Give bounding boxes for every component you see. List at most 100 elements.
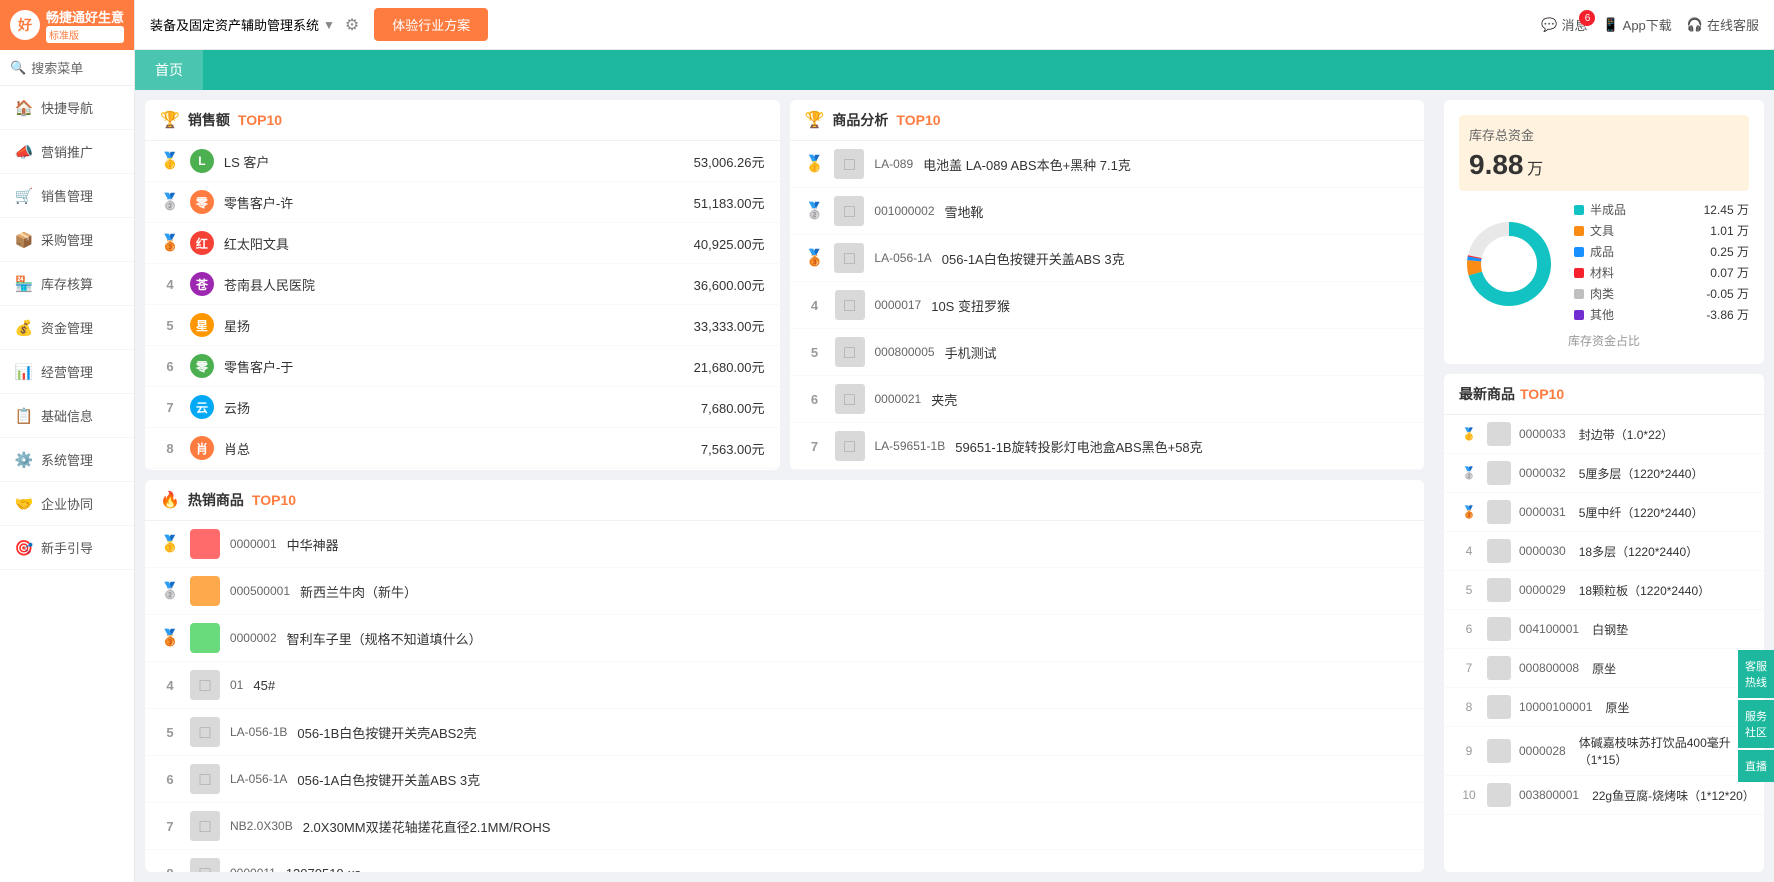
inventory-legend: 半成品 12.45 万 文具 1.01 万 成品 0.25 万 <box>1574 201 1749 327</box>
sidebar-item-collaboration[interactable]: 🤝 企业协同 <box>0 482 134 526</box>
list-item: 5 □ LA-056-1B 056-1B白色按键开关壳ABS2壳 <box>145 709 1424 756</box>
table-row: 5 星 星扬 33,333.00元 <box>145 305 780 346</box>
message-icon: 💬 <box>1541 17 1557 33</box>
latest-products-header: 最新商品 TOP10 <box>1444 374 1764 415</box>
list-item: 🥈 000500001 新西兰牛肉（新牛） <box>145 568 1424 615</box>
customer-service-hotline-button[interactable]: 客服热线 <box>1738 650 1774 698</box>
list-item: 4 0000030 18多层（1220*2440） <box>1444 532 1764 571</box>
sidebar-item-system[interactable]: ⚙️ 系统管理 <box>0 438 134 482</box>
sidebar-item-purchase[interactable]: 📦 采购管理 <box>0 218 134 262</box>
sidebar-search-section[interactable]: 🔍 搜索菜单 <box>0 50 134 86</box>
topbar-right: 💬 6 消息 📱 App下载 🎧 在线客服 <box>1541 15 1759 34</box>
hot-products-right-card: 🏆 商品分析 TOP10 🥇 □ LA-089 电池盖 LA-089 ABS本色… <box>790 100 1425 470</box>
product-image <box>1487 617 1511 641</box>
legend-dot <box>1574 247 1584 257</box>
app-download-button[interactable]: 📱 App下载 <box>1602 15 1671 34</box>
product-image: □ <box>834 243 864 273</box>
hot-products-right-header: 🏆 商品分析 TOP10 <box>790 100 1425 141</box>
legend-dot <box>1574 289 1584 299</box>
product-image <box>1487 739 1511 763</box>
hot-icon: 🔥 <box>160 490 180 510</box>
avatar: 苍 <box>190 272 214 296</box>
product-image: □ <box>835 431 865 461</box>
product-image <box>1487 656 1511 680</box>
gear-icon[interactable]: ⚙ <box>345 15 359 35</box>
online-service-button[interactable]: 🎧 在线客服 <box>1687 15 1759 34</box>
inventory-icon: 🏪 <box>15 275 33 293</box>
sidebar-item-marketing[interactable]: 📣 营销推广 <box>0 130 134 174</box>
legend-item: 文具 1.01 万 <box>1574 222 1749 239</box>
product-image: □ <box>835 290 865 320</box>
tab-home[interactable]: 首页 <box>135 50 203 90</box>
medal-icon: 🥉 <box>160 628 180 648</box>
list-item: 4 □ 0000017 10S 变扭罗猴 <box>790 282 1425 329</box>
list-item: 8 10000100001 原坐 <box>1444 688 1764 727</box>
middle-section: 🏆 销售额 TOP10 🥇 L LS 客户 53,006.26元 🥈 <box>135 90 1434 882</box>
inventory-donut-chart <box>1459 214 1559 314</box>
inventory-total-section: 库存总资金 9.88 万 <box>1459 115 1749 191</box>
product-image <box>1487 500 1511 524</box>
list-item: 🥇 0000033 封边带（1.0*22） <box>1444 415 1764 454</box>
floating-service: 客服热线 服务社区 直播 <box>1738 650 1774 782</box>
service-community-button[interactable]: 服务社区 <box>1738 700 1774 748</box>
list-item: 🥇 □ LA-089 电池盖 LA-089 ABS本色+黑种 7.1克 <box>790 141 1425 188</box>
medal-icon: 🥇 <box>1459 427 1479 441</box>
latest-products-list: 🥇 0000033 封边带（1.0*22） 🥈 0000032 5厘多层（122… <box>1444 415 1764 815</box>
sidebar-item-guide[interactable]: 🎯 新手引导 <box>0 526 134 570</box>
list-item: 7 □ LA-59651-1B 59651-1B旋转投影灯电池盒ABS黑色+58… <box>790 423 1425 470</box>
product-image <box>1487 422 1511 446</box>
list-item: 🥉 0000031 5厘中纤（1220*2440） <box>1444 493 1764 532</box>
search-menu-button[interactable]: 🔍 搜索菜单 <box>10 58 124 77</box>
legend-dot <box>1574 268 1584 278</box>
table-row: 🥉 红 红太阳文具 40,925.00元 <box>145 223 780 264</box>
basic-info-icon: 📋 <box>15 407 33 425</box>
hot-products-header: 🔥 热销商品 TOP10 <box>145 480 1424 521</box>
medal-icon: 🥉 <box>805 248 825 268</box>
latest-products-card: 最新商品 TOP10 🥇 0000033 封边带（1.0*22） 🥈 00000… <box>1444 374 1764 872</box>
mobile-icon: 📱 <box>1602 17 1618 33</box>
messages-button[interactable]: 💬 6 消息 <box>1541 15 1587 34</box>
topbar: 装备及固定资产辅助管理系统 ▼ ⚙ 体验行业方案 💬 6 消息 📱 App下载 … <box>135 0 1774 50</box>
legend-item: 肉类 -0.05 万 <box>1574 285 1749 302</box>
table-row: 8 肖 肖总 7,563.00元 <box>145 428 780 469</box>
medal-icon: 🥉 <box>1459 505 1479 519</box>
hot-products-right-list: 🥇 □ LA-089 电池盖 LA-089 ABS本色+黑种 7.1克 🥈 □ … <box>790 141 1425 470</box>
avatar: 红 <box>190 231 214 255</box>
home-icon: 🏠 <box>15 99 33 117</box>
finance-icon: 💰 <box>15 319 33 337</box>
sidebar-item-inventory[interactable]: 🏪 库存核算 <box>0 262 134 306</box>
list-item: 🥈 □ 001000002 雪地靴 <box>790 188 1425 235</box>
table-row: 🥈 零 零售客户-许 51,183.00元 <box>145 182 780 223</box>
customer-ranking-header: 🏆 销售额 TOP10 <box>145 100 780 141</box>
sidebar-nav: 🏠 快捷导航 📣 营销推广 🛒 销售管理 📦 采购管理 🏪 库存核算 💰 资金管… <box>0 86 134 882</box>
sidebar-item-operations[interactable]: 📊 经营管理 <box>0 350 134 394</box>
list-item: 10 003800001 22g鱼豆腐-烧烤味（1*12*20） <box>1444 776 1764 815</box>
product-image <box>190 529 220 559</box>
inventory-chart-section: 半成品 12.45 万 文具 1.01 万 成品 0.25 万 <box>1459 201 1749 327</box>
avatar: L <box>190 149 214 173</box>
hot-products-list: 🥇 0000001 中华神器 🥈 000500001 新西兰牛肉（新牛） 🥉 <box>145 521 1424 872</box>
purchase-icon: 📦 <box>15 231 33 249</box>
trophy-icon: 🏆 <box>160 110 180 130</box>
system-selector[interactable]: 装备及固定资产辅助管理系统 ▼ <box>150 15 335 34</box>
hot-products-card: 🔥 热销商品 TOP10 🥇 0000001 中华神器 🥈 000500001 <box>145 480 1424 872</box>
list-item: 5 □ 000800005 手机测试 <box>790 329 1425 376</box>
chevron-down-icon: ▼ <box>323 18 335 32</box>
trial-button[interactable]: 体验行业方案 <box>374 8 488 41</box>
operations-icon: 📊 <box>15 363 33 381</box>
sidebar-item-sales[interactable]: 🛒 销售管理 <box>0 174 134 218</box>
product-image <box>1487 461 1511 485</box>
table-row: 4 苍 苍南县人民医院 36,600.00元 <box>145 264 780 305</box>
headset-icon: 🎧 <box>1687 17 1703 33</box>
live-stream-button[interactable]: 直播 <box>1738 750 1774 782</box>
list-item: 7 000800008 原坐 <box>1444 649 1764 688</box>
avatar: 云 <box>190 395 214 419</box>
inventory-value-row: 9.88 万 <box>1469 149 1739 181</box>
product-image: □ <box>190 670 220 700</box>
sidebar: 好 畅捷通好生意 标准版 🔍 搜索菜单 🏠 快捷导航 📣 营销推广 🛒 销售管理… <box>0 0 135 882</box>
sidebar-item-basic-info[interactable]: 📋 基础信息 <box>0 394 134 438</box>
nav-tabs: 首页 <box>135 50 1774 90</box>
sidebar-item-finance[interactable]: 💰 资金管理 <box>0 306 134 350</box>
sidebar-item-quick-nav[interactable]: 🏠 快捷导航 <box>0 86 134 130</box>
right-panel: 库存总资金 9.88 万 <box>1434 90 1774 882</box>
